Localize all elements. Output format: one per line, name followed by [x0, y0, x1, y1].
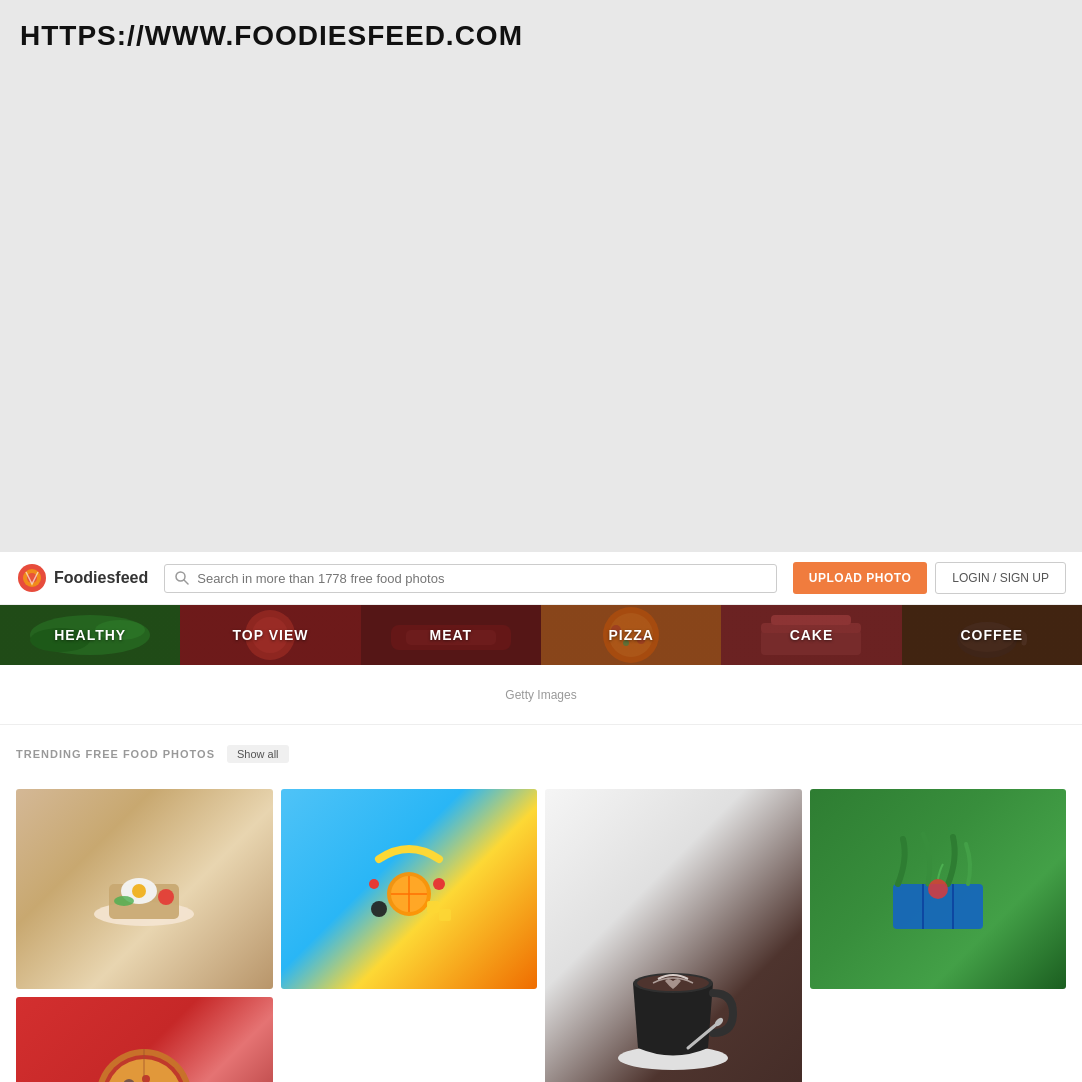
trending-header: TRENDING FREE FOOD PHOTOS Show all — [16, 745, 1066, 763]
category-meat-label: MEAT — [430, 627, 473, 643]
svg-point-25 — [132, 884, 146, 898]
search-input[interactable] — [197, 571, 766, 586]
category-cake[interactable]: CAKE — [721, 605, 901, 665]
svg-rect-19 — [771, 615, 851, 625]
category-healthy-label: HEALTHY — [54, 627, 126, 643]
svg-point-45 — [928, 879, 948, 899]
photo-pizza2[interactable] — [16, 997, 273, 1082]
svg-point-27 — [114, 896, 134, 906]
getty-text: Getty Images — [505, 688, 576, 702]
category-coffee[interactable]: COFFEE — [902, 605, 1082, 665]
logo-link[interactable]: Foodiesfeed — [16, 562, 148, 594]
category-topview[interactable]: TOP VIEW — [180, 605, 360, 665]
pizza2-illustration — [84, 1037, 204, 1082]
category-cake-label: CAKE — [790, 627, 834, 643]
url-text: HTTPS://WWW.FOODIESFEED.COM — [20, 20, 523, 51]
upload-button[interactable]: UPLOAD PHOTO — [793, 562, 927, 594]
photo-eggs[interactable] — [16, 789, 273, 989]
search-bar — [164, 564, 777, 593]
photo-grid — [0, 789, 1082, 1082]
gray-space — [0, 72, 1082, 552]
photo-veggies[interactable] — [810, 789, 1067, 989]
svg-point-34 — [369, 879, 379, 889]
category-healthy[interactable]: HEALTHY — [0, 605, 180, 665]
show-all-button[interactable]: Show all — [227, 745, 289, 763]
svg-point-32 — [371, 901, 387, 917]
login-button[interactable]: LOGIN / SIGN UP — [935, 562, 1066, 594]
search-icon — [175, 571, 189, 585]
category-pizza-label: PIZZA — [608, 627, 653, 643]
category-topview-label: TOP VIEW — [233, 627, 309, 643]
coffee-cup-illustration — [603, 893, 743, 1082]
category-nav: HEALTHY TOP VIEW MEAT — [0, 605, 1082, 665]
category-meat[interactable]: MEAT — [361, 605, 541, 665]
logo-icon — [16, 562, 48, 594]
fruits-illustration — [349, 829, 469, 949]
site-header: Foodiesfeed UPLOAD PHOTO LOGIN / SIGN UP — [0, 552, 1082, 605]
svg-point-26 — [158, 889, 174, 905]
header-buttons: UPLOAD PHOTO LOGIN / SIGN UP — [793, 562, 1066, 594]
logo-text: Foodiesfeed — [54, 569, 148, 587]
photo-fruits[interactable] — [281, 789, 538, 989]
site-container: Foodiesfeed UPLOAD PHOTO LOGIN / SIGN UP — [0, 552, 1082, 1082]
trending-title: TRENDING FREE FOOD PHOTOS — [16, 748, 215, 760]
url-bar: HTTPS://WWW.FOODIESFEED.COM — [0, 0, 1082, 72]
veggies-illustration — [878, 829, 998, 949]
svg-point-33 — [433, 878, 445, 890]
category-coffee-label: COFFEE — [960, 627, 1023, 643]
svg-rect-36 — [439, 909, 451, 921]
photo-coffee-cup[interactable] — [545, 789, 802, 1082]
svg-line-4 — [184, 580, 188, 584]
category-pizza[interactable]: PIZZA — [541, 605, 721, 665]
trending-section: TRENDING FREE FOOD PHOTOS Show all — [0, 725, 1082, 789]
eggs-illustration — [84, 829, 204, 949]
svg-rect-35 — [427, 901, 439, 913]
getty-banner: Getty Images — [0, 665, 1082, 725]
